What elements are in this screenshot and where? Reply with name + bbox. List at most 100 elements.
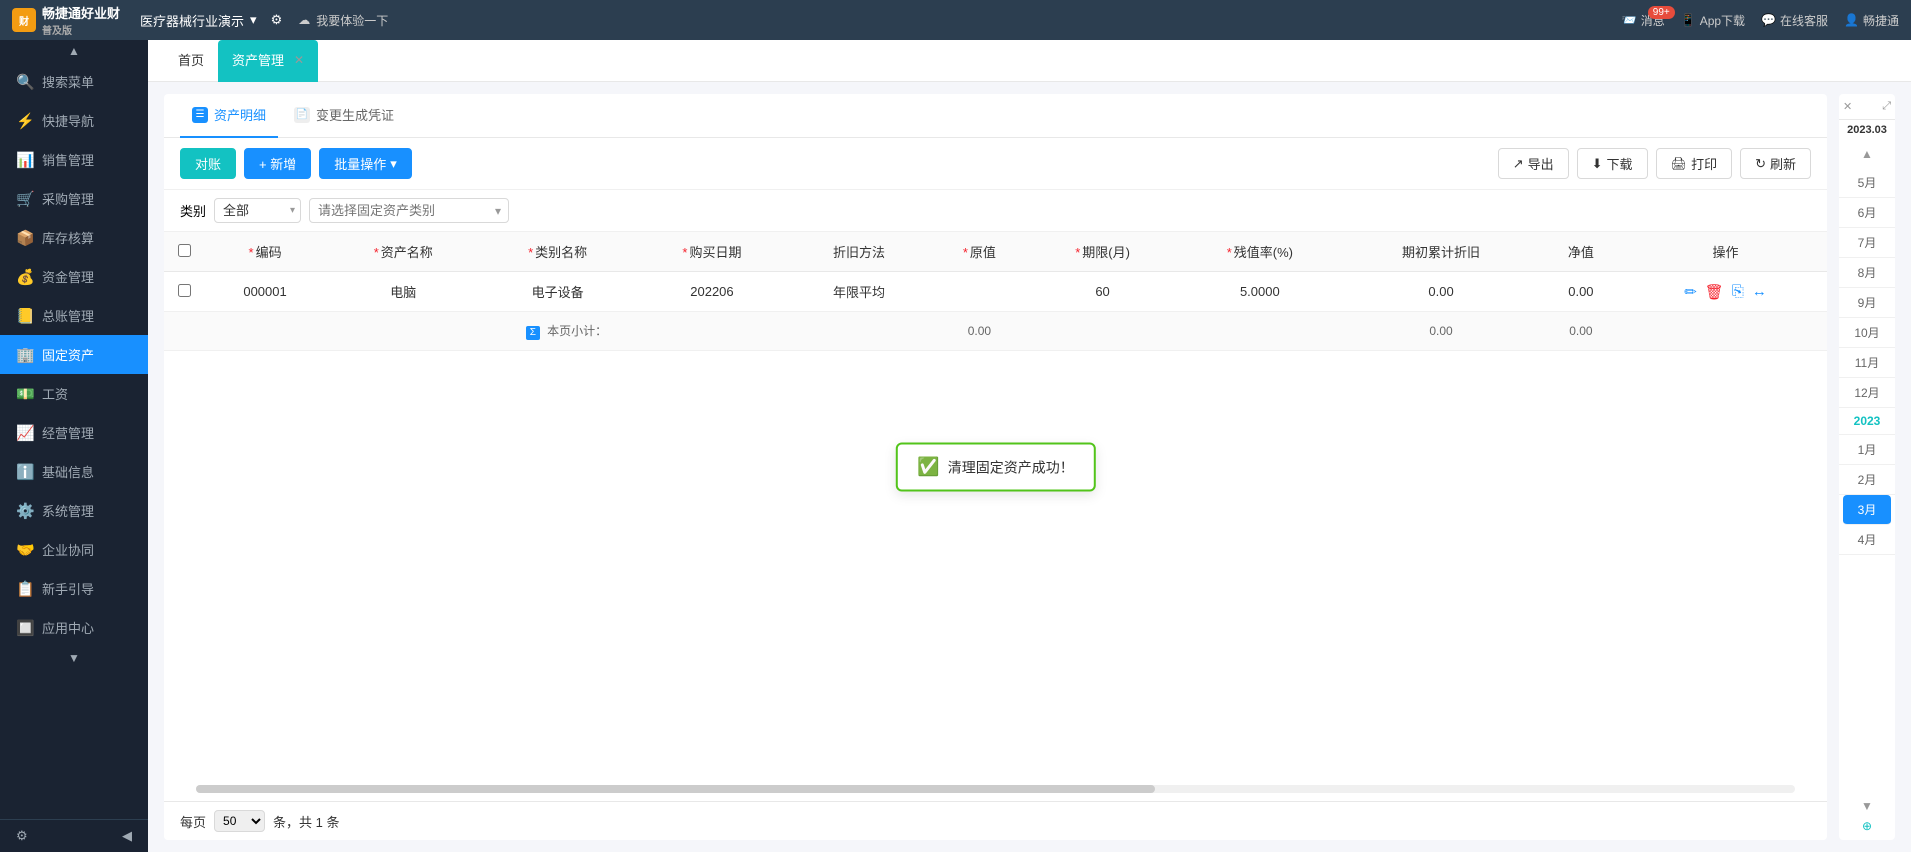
category-input-wrapper: ▾ <box>309 198 509 223</box>
td-original-value <box>929 272 1030 312</box>
export-button[interactable]: ↗ 导出 <box>1498 148 1569 179</box>
app-center-icon: 🔲 <box>16 619 34 637</box>
category-select[interactable]: 全部 电子设备 机械设备 运输工具 房屋建筑 <box>214 198 301 223</box>
batch-ops-arrow-icon: ▾ <box>390 156 397 172</box>
download-button[interactable]: ⬇ 下载 <box>1577 148 1648 179</box>
sidebar-item-cooperation[interactable]: 🤝 企业协同 <box>0 530 148 569</box>
tab-home[interactable]: 首页 <box>164 40 218 82</box>
sidebar-item-quick-nav[interactable]: ⚡ 快捷导航 <box>0 101 148 140</box>
timeline-down-btn[interactable]: ▼ <box>1857 796 1877 816</box>
sub-tab-asset-detail[interactable]: ☰ 资产明细 <box>180 94 278 138</box>
timeline-item-11[interactable]: 11月 <box>1839 348 1895 378</box>
sidebar-item-finance[interactable]: 💰 资金管理 <box>0 257 148 296</box>
timeline-expand-icon[interactable]: ⤢ <box>1882 100 1891 113</box>
row-checkbox[interactable] <box>178 284 191 297</box>
user-menu[interactable]: 👤 畅捷通 <box>1844 12 1899 29</box>
cooperation-icon: 🤝 <box>16 541 34 559</box>
top-bar-actions: 📨 消息 99+ 📱 App下载 💬 在线客服 👤 畅捷通 <box>1622 12 1899 29</box>
category-filter-label: 类别 <box>180 201 206 220</box>
timeline-item-9[interactable]: 9月 <box>1839 288 1895 318</box>
copy-icon[interactable]: ⎘ <box>1732 283 1744 300</box>
sidebar-label-sales: 销售管理 <box>42 150 94 169</box>
sidebar-item-sales[interactable]: 📊 销售管理 <box>0 140 148 179</box>
timeline-expand-btn[interactable]: ⊕ <box>1857 816 1877 836</box>
sidebar-item-search[interactable]: 🔍 搜索菜单 <box>0 62 148 101</box>
th-name: *资产名称 <box>326 232 480 272</box>
sidebar-scroll-down[interactable]: ▼ <box>0 647 148 669</box>
timeline-up-btn[interactable]: ▲ <box>1857 144 1877 164</box>
horizontal-scrollbar[interactable] <box>196 785 1795 793</box>
company-selector[interactable]: 医疗器械行业演示 ▾ ⚙ <box>140 11 282 30</box>
sidebar-item-payroll[interactable]: 💵 工资 <box>0 374 148 413</box>
edit-icon[interactable]: ✏ <box>1684 283 1697 301</box>
delete-icon[interactable]: 🗑 <box>1705 283 1724 301</box>
app-download-btn[interactable]: 📱 App下载 <box>1681 12 1745 29</box>
online-service-btn[interactable]: 💬 在线客服 <box>1761 12 1828 29</box>
select-all-checkbox[interactable] <box>178 244 191 257</box>
timeline-item-3[interactable]: 3月 <box>1843 495 1891 525</box>
sidebar-scroll-up[interactable]: ▲ <box>0 40 148 62</box>
timeline-item-6[interactable]: 6月 <box>1839 198 1895 228</box>
sidebar-item-operation[interactable]: 📈 经营管理 <box>0 413 148 452</box>
timeline-item-year-2023[interactable]: 2023 <box>1839 408 1895 435</box>
timeline-item-7[interactable]: 7月 <box>1839 228 1895 258</box>
notifications-btn[interactable]: 📨 消息 99+ <box>1622 12 1665 29</box>
sidebar-item-app-center[interactable]: 🔲 应用中心 <box>0 608 148 647</box>
experience-btn[interactable]: ☁ 我要体验一下 <box>298 12 388 29</box>
sidebar-label-fixed-assets: 固定资产 <box>42 345 94 364</box>
per-page-select[interactable]: 10 20 50 100 <box>214 810 265 832</box>
main-layout: ▲ 🔍 搜索菜单 ⚡ 快捷导航 📊 销售管理 🛒 采购管理 📦 库存核算 💰 资… <box>0 40 1911 852</box>
td-actions: ✏ 🗑 ⎘ ↔ <box>1624 272 1827 312</box>
subtotal-net-value: 0.00 <box>1538 312 1624 351</box>
sidebar-settings-icon[interactable]: ⚙ <box>16 828 28 844</box>
timeline-item-2[interactable]: 2月 <box>1839 465 1895 495</box>
refresh-button[interactable]: ↻ 刷新 <box>1740 148 1811 179</box>
timeline-item-12[interactable]: 12月 <box>1839 378 1895 408</box>
sidebar-item-purchase[interactable]: 🛒 采购管理 <box>0 179 148 218</box>
th-actions: 操作 <box>1624 232 1827 272</box>
timeline-year-label: 2023.03 <box>1839 120 1895 140</box>
sales-icon: 📊 <box>16 151 34 169</box>
sidebar-label-guide: 新手引导 <box>42 579 94 598</box>
timeline-item-10[interactable]: 10月 <box>1839 318 1895 348</box>
tab-bar: 首页 资产管理 ✕ <box>148 40 1911 82</box>
settings-icon[interactable]: ⚙ <box>271 12 283 28</box>
reconcile-button[interactable]: 对账 <box>180 148 236 179</box>
sidebar-label-cooperation: 企业协同 <box>42 540 94 559</box>
new-button[interactable]: + 新增 <box>244 148 311 179</box>
success-toast: ✅ 清理固定资产成功！ <box>895 443 1095 492</box>
notification-icon: 📨 <box>1622 13 1637 27</box>
sidebar-settings: ⚙ ◀ <box>0 819 148 852</box>
sidebar-item-system[interactable]: ⚙️ 系统管理 <box>0 491 148 530</box>
action-icons: ✏ 🗑 ⎘ ↔ <box>1632 283 1819 301</box>
tab-asset-mgmt[interactable]: 资产管理 ✕ <box>218 40 318 82</box>
download-icon: 📱 <box>1681 13 1696 27</box>
more-icon[interactable]: ↔ <box>1752 283 1767 300</box>
sidebar-collapse-icon[interactable]: ◀ <box>122 828 132 844</box>
category-input[interactable] <box>309 198 509 223</box>
print-button[interactable]: 🖨 打印 <box>1656 148 1733 179</box>
sidebar-item-ledger[interactable]: 📒 总账管理 <box>0 296 148 335</box>
timeline-item-1[interactable]: 1月 <box>1839 435 1895 465</box>
timeline-close-icon[interactable]: ✕ <box>1843 100 1852 113</box>
sidebar-item-guide[interactable]: 📋 新手引导 <box>0 569 148 608</box>
sidebar-item-basic-info[interactable]: ℹ️ 基础信息 <box>0 452 148 491</box>
sidebar-label-basic-info: 基础信息 <box>42 462 94 481</box>
right-timeline-panel: ✕ ⤢ 2023.03 ▲ 5月 6月 7月 8月 9月 10月 11月 12月… <box>1839 94 1895 840</box>
th-purchase-date: *购买日期 <box>635 232 789 272</box>
timeline-item-4[interactable]: 4月 <box>1839 525 1895 555</box>
td-period: 60 <box>1030 272 1175 312</box>
th-period: *期限(月) <box>1030 232 1175 272</box>
subtotal-label-cell: Σ 本页小计： <box>204 312 929 351</box>
basic-info-icon: ℹ️ <box>16 463 34 481</box>
timeline-item-5[interactable]: 5月 <box>1839 168 1895 198</box>
batch-ops-button[interactable]: 批量操作 ▾ <box>319 148 412 179</box>
td-residual-rate: 5.0000 <box>1175 272 1344 312</box>
download-icon: ⬇ <box>1592 156 1603 172</box>
timeline-item-8[interactable]: 8月 <box>1839 258 1895 288</box>
tab-close-icon[interactable]: ✕ <box>294 53 304 67</box>
sub-tab-change-voucher[interactable]: 📄 变更生成凭证 <box>282 94 406 138</box>
sidebar-item-fixed-assets[interactable]: 🏢 固定资产 <box>0 335 148 374</box>
guide-icon: 📋 <box>16 580 34 598</box>
sidebar-item-inventory[interactable]: 📦 库存核算 <box>0 218 148 257</box>
